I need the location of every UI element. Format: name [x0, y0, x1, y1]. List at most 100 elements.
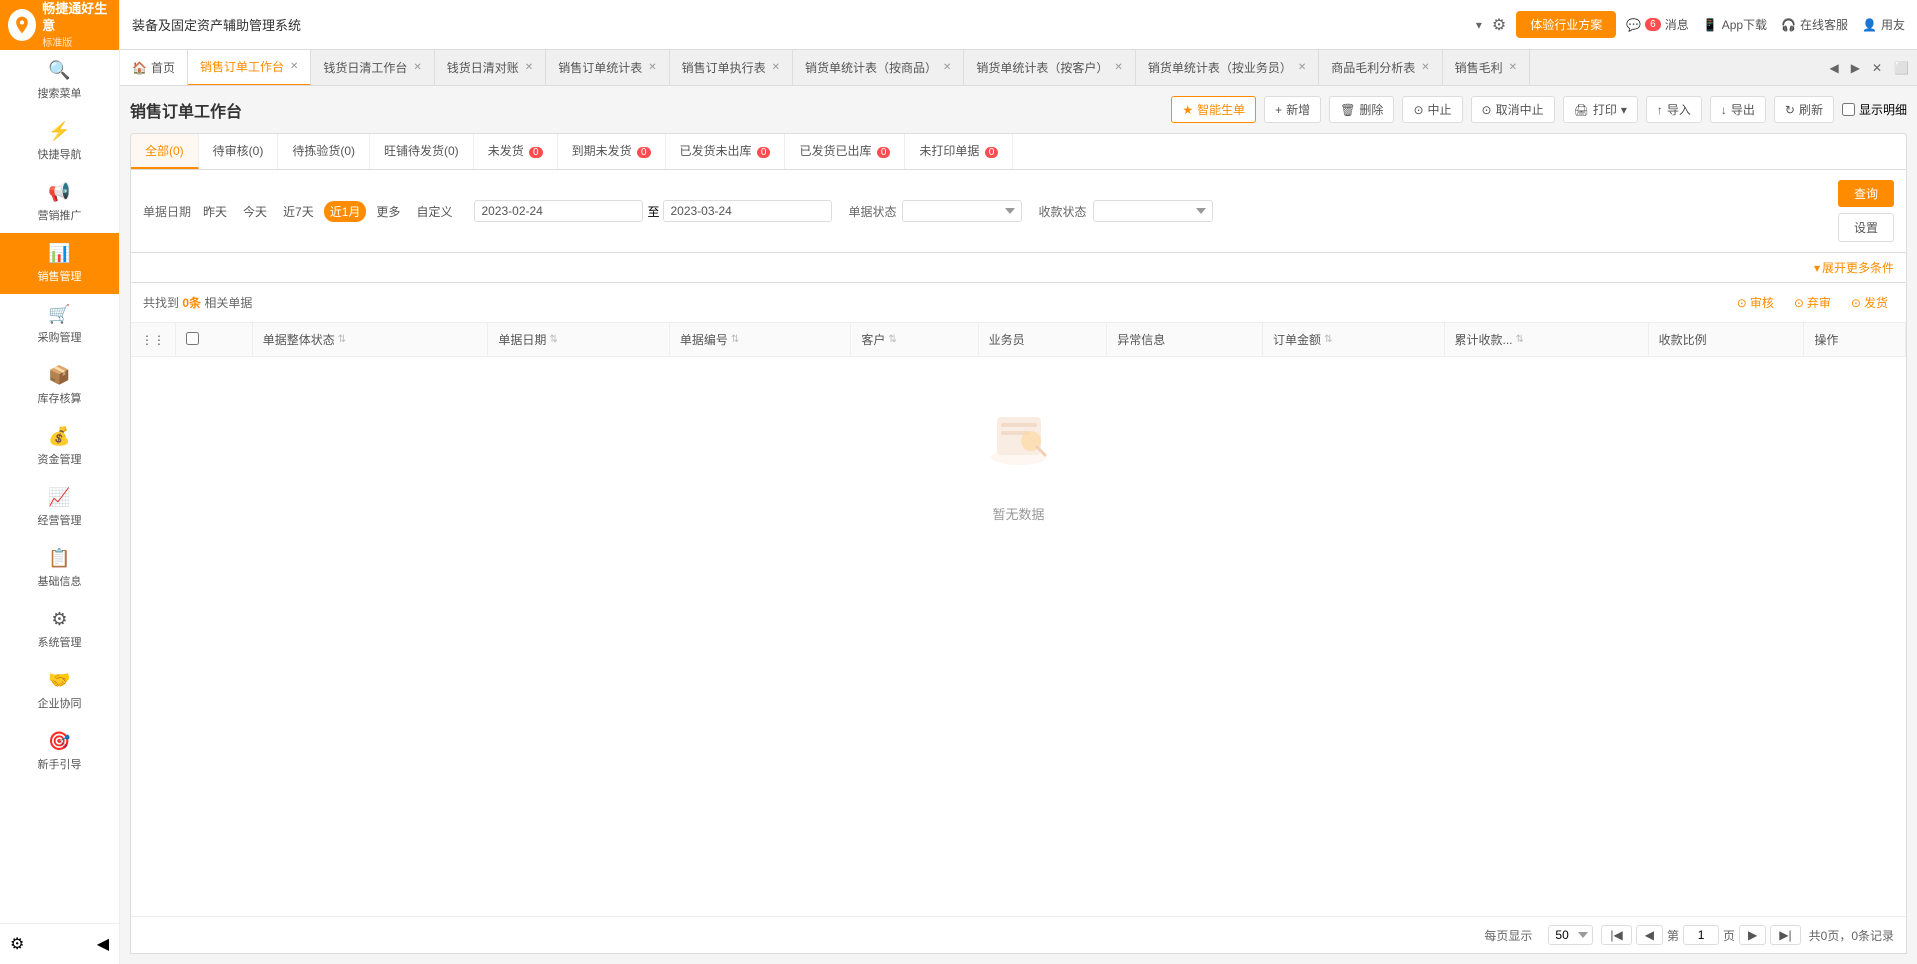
add-button[interactable]: + 新增 [1264, 96, 1321, 123]
show-detail-input[interactable] [1842, 103, 1855, 116]
select-all-checkbox[interactable] [186, 332, 199, 345]
print-button[interactable]: 🖨 打印 ▾ [1563, 96, 1638, 123]
user-menu[interactable]: 👤 用友 [1862, 16, 1905, 33]
sidebar-item-guide[interactable]: 🎯 新手引导 [0, 721, 119, 782]
collapse-icon[interactable]: ◀ [97, 934, 109, 954]
tab-close-icon[interactable]: ✕ [1114, 62, 1122, 73]
tab-nav-next[interactable]: ▶ [1847, 59, 1864, 77]
tab-close-icon[interactable]: ✕ [648, 62, 656, 73]
topbar-dropdown-arrow[interactable]: ▾ [1476, 18, 1482, 32]
import-button[interactable]: ↑ 导入 [1646, 96, 1702, 123]
th-date[interactable]: 单据日期⇅ [488, 323, 669, 357]
filter-tab-unprinted[interactable]: 未打印单据 0 [905, 134, 1013, 169]
sidebar-item-nav[interactable]: ⚡ 快捷导航 [0, 111, 119, 172]
filter-tab-label: 全部(0) [145, 144, 184, 158]
filter-tab-pending-review[interactable]: 待审核(0) [199, 134, 279, 169]
tab-close-icon[interactable]: ✕ [1298, 62, 1306, 73]
online-service-button[interactable]: 🎧 在线客服 [1781, 16, 1848, 33]
tab-gross-sales[interactable]: 销售毛利 ✕ [1443, 50, 1530, 86]
last-page-button[interactable]: ▶| [1770, 925, 1800, 945]
status-select[interactable] [902, 200, 1022, 222]
tab-sales-exec[interactable]: 销售订单执行表 ✕ [670, 50, 793, 86]
tab-close-all[interactable]: ✕ [1868, 59, 1886, 77]
uncheck-button[interactable]: ⊙ 弃审 [1788, 291, 1837, 314]
tab-label: 商品毛利分析表 [1331, 59, 1415, 76]
message-button[interactable]: 💬 6 消息 [1626, 16, 1689, 33]
app-download-button[interactable]: 📱 App下载 [1703, 16, 1767, 33]
7days-button[interactable]: 近7天 [277, 201, 320, 222]
query-button[interactable]: 查询 [1838, 180, 1894, 207]
th-number[interactable]: 单据编号⇅ [669, 323, 850, 357]
sidebar-item-collab[interactable]: 🤝 企业协同 [0, 660, 119, 721]
filter-tab-unshipped[interactable]: 未发货 0 [474, 134, 558, 169]
refresh-button[interactable]: ↻ 刷新 [1774, 96, 1834, 123]
tab-reconciliation[interactable]: 钱货日清对账 ✕ [435, 50, 546, 86]
delete-button[interactable]: 🗑 删除 [1329, 96, 1394, 123]
cancel-stop-button[interactable]: ⊙ 取消中止 [1471, 96, 1555, 123]
filter-tab-all[interactable]: 全部(0) [131, 134, 199, 169]
refresh-label: 刷新 [1799, 101, 1823, 118]
page-number-input[interactable] [1683, 925, 1719, 945]
month-button[interactable]: 近1月 [324, 201, 367, 222]
filter-tab-wangpu[interactable]: 旺铺待发货(0) [370, 134, 474, 169]
message-label: 消息 [1665, 16, 1689, 33]
tab-close-icon[interactable]: ✕ [413, 62, 421, 73]
filter-tab-shipped-not-out[interactable]: 已发货未出库 0 [666, 134, 786, 169]
trash-icon: 🗑 [1340, 103, 1355, 117]
tab-maximize[interactable]: ⬜ [1890, 59, 1913, 77]
sidebar-item-system[interactable]: ⚙ 系统管理 [0, 599, 119, 660]
more-button[interactable]: 更多 [370, 201, 406, 222]
smart-create-button[interactable]: ★ 智能生单 [1171, 96, 1256, 123]
th-amount[interactable]: 订单金额⇅ [1263, 323, 1444, 357]
tab-gross-product[interactable]: 商品毛利分析表 ✕ [1319, 50, 1442, 86]
review-button[interactable]: ⊙ 审核 [1731, 291, 1780, 314]
sidebar-item-search[interactable]: 🔍 搜索菜单 [0, 50, 119, 111]
today-button[interactable]: 今天 [237, 201, 273, 222]
show-detail-checkbox[interactable]: 显示明细 [1842, 101, 1907, 118]
filter-tab-pending-inspect[interactable]: 待拣验货(0) [278, 134, 370, 169]
stop-button[interactable]: ⊙ 中止 [1402, 96, 1462, 123]
date-from-input[interactable] [474, 200, 643, 222]
settings-icon[interactable]: ⚙ [1492, 15, 1506, 35]
tab-sales-person[interactable]: 销货单统计表（按业务员） ✕ [1136, 50, 1319, 86]
expand-button[interactable]: ▾ 展开更多条件 [1814, 259, 1894, 276]
setting-button[interactable]: 设置 [1838, 213, 1894, 242]
filter-tab-overdue[interactable]: 到期未发货 0 [558, 134, 666, 169]
sidebar-item-management[interactable]: 📈 经营管理 [0, 477, 119, 538]
sidebar-item-purchase[interactable]: 🛒 采购管理 [0, 294, 119, 355]
tab-sales-product[interactable]: 销货单统计表（按商品） ✕ [793, 50, 964, 86]
tab-close-icon[interactable]: ✕ [525, 62, 533, 73]
tab-close-icon[interactable]: ✕ [1509, 62, 1517, 73]
prev-page-button[interactable]: ◀ [1636, 925, 1663, 945]
tab-sales-order[interactable]: 销售订单工作台 ✕ [188, 50, 311, 86]
tab-nav-prev[interactable]: ◀ [1826, 59, 1843, 77]
tab-close-icon[interactable]: ✕ [290, 61, 298, 72]
custom-button[interactable]: 自定义 [410, 201, 458, 222]
sidebar-item-sales[interactable]: 📊 销售管理 [0, 233, 119, 294]
first-page-button[interactable]: |◀ [1601, 925, 1631, 945]
tab-close-icon[interactable]: ✕ [1421, 62, 1429, 73]
sidebar-item-inventory[interactable]: 📦 库存核算 [0, 355, 119, 416]
industry-solution-button[interactable]: 体验行业方案 [1516, 11, 1616, 38]
th-status[interactable]: 单据整体状态⇅ [252, 323, 488, 357]
page-size-select[interactable]: 50 20 100 200 [1548, 925, 1593, 945]
deliver-button[interactable]: ⊙ 发货 [1845, 291, 1894, 314]
sidebar-item-marketing[interactable]: 📢 营销推广 [0, 172, 119, 233]
tab-sales-customer[interactable]: 销货单统计表（按客户） ✕ [964, 50, 1135, 86]
yesterday-button[interactable]: 昨天 [197, 201, 233, 222]
tab-sales-stats[interactable]: 销售订单统计表 ✕ [546, 50, 669, 86]
tab-close-icon[interactable]: ✕ [772, 62, 780, 73]
export-button[interactable]: ↓ 导出 [1710, 96, 1766, 123]
next-page-button[interactable]: ▶ [1739, 925, 1766, 945]
date-to-input[interactable] [663, 200, 832, 222]
tab-cash-daily[interactable]: 钱货日清工作台 ✕ [311, 50, 434, 86]
tab-close-icon[interactable]: ✕ [943, 62, 951, 73]
payment-select[interactable] [1093, 200, 1213, 222]
th-customer[interactable]: 客户⇅ [851, 323, 978, 357]
settings-icon[interactable]: ⚙ [10, 934, 24, 954]
filter-tab-shipped-out[interactable]: 已发货已出库 0 [785, 134, 905, 169]
tab-home[interactable]: 🏠 首页 [120, 50, 188, 86]
sidebar-item-basic[interactable]: 📋 基础信息 [0, 538, 119, 599]
th-collected[interactable]: 累计收款...⇅ [1444, 323, 1648, 357]
sidebar-item-finance[interactable]: 💰 资金管理 [0, 416, 119, 477]
